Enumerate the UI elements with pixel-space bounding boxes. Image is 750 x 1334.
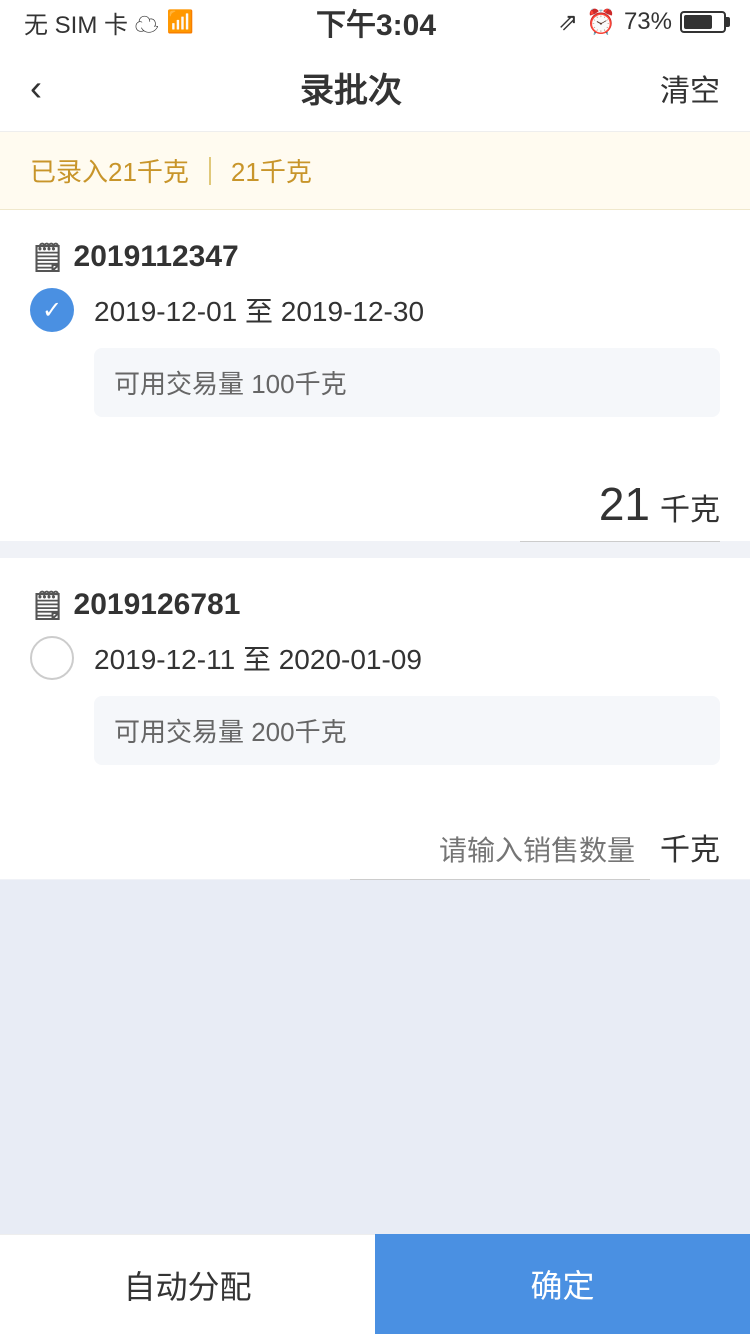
status-right: ⇗ ⏰ 73% [558,8,726,37]
batch1-date: 2019-12-01 至 2019-12-30 [94,290,424,330]
batch2-available: 可用交易量 200千克 [94,696,720,765]
batch2-date: 2019-12-11 至 2020-01-09 [94,638,422,678]
footer: 自动分配 确定 [0,1234,750,1334]
amount-row: 21 千克 [0,457,750,541]
batch2-card: 🗒 2019126781 2019-12-11 至 2020-01-09 可用交… [0,558,750,805]
batch1-row[interactable]: ✓ 2019-12-01 至 2019-12-30 [30,288,720,332]
status-bar: 无 SIM 卡 ☁ 📶 下午3:04 ⇗ ⏰ 73% [0,0,750,44]
alarm-icon: ⏰ [586,8,616,37]
batch1-radio[interactable]: ✓ [30,288,74,332]
wifi-icon: 📶 [167,9,194,35]
location-icon: ⇗ [558,8,578,37]
batch1-id: 2019112347 [74,240,239,274]
batch1-card: 🗒 2019112347 ✓ 2019-12-01 至 2019-12-30 可… [0,210,750,457]
batch2-header: 🗒 2019126781 [30,588,720,622]
batch2-icon: 🗒 [30,589,66,622]
clear-button[interactable]: 清空 [660,66,720,110]
batch1-available: 可用交易量 100千克 [94,348,720,417]
batch2-id: 2019126781 [74,588,241,622]
batch2-radio[interactable] [30,636,74,680]
status-time: 下午3:04 [316,0,436,44]
battery-text: 73% [624,8,672,36]
page-title: 录批次 [300,63,402,112]
input-row[interactable]: 千克 [0,805,750,879]
no-sim-text: 无 SIM 卡 ☁ [24,5,159,40]
battery-icon [680,11,726,33]
batch2-row[interactable]: 2019-12-11 至 2020-01-09 [30,636,720,680]
batch1-amount-unit: 千克 [660,485,720,529]
input-unit: 千克 [660,825,720,869]
section-divider [0,542,750,558]
batch1-header: 🗒 2019112347 [30,240,720,274]
auto-distribute-label: 自动分配 [123,1262,251,1308]
back-button[interactable]: ‹ [30,67,42,109]
check-icon: ✓ [42,296,62,325]
info-amount-value: 21千克 [231,152,312,189]
info-divider [209,157,211,185]
info-banner: 已录入21千克 21千克 [0,132,750,210]
quantity-input[interactable] [350,835,650,867]
batch1-icon: 🗒 [30,241,66,274]
confirm-button[interactable]: 确定 [375,1234,750,1334]
confirm-label: 确定 [530,1261,594,1307]
auto-distribute-button[interactable]: 自动分配 [0,1234,375,1334]
batch1-amount-value: 21 [599,477,650,531]
recorded-amount-label: 已录入21千克 [30,152,189,189]
status-left: 无 SIM 卡 ☁ 📶 [24,5,194,40]
nav-bar: ‹ 录批次 清空 [0,44,750,132]
